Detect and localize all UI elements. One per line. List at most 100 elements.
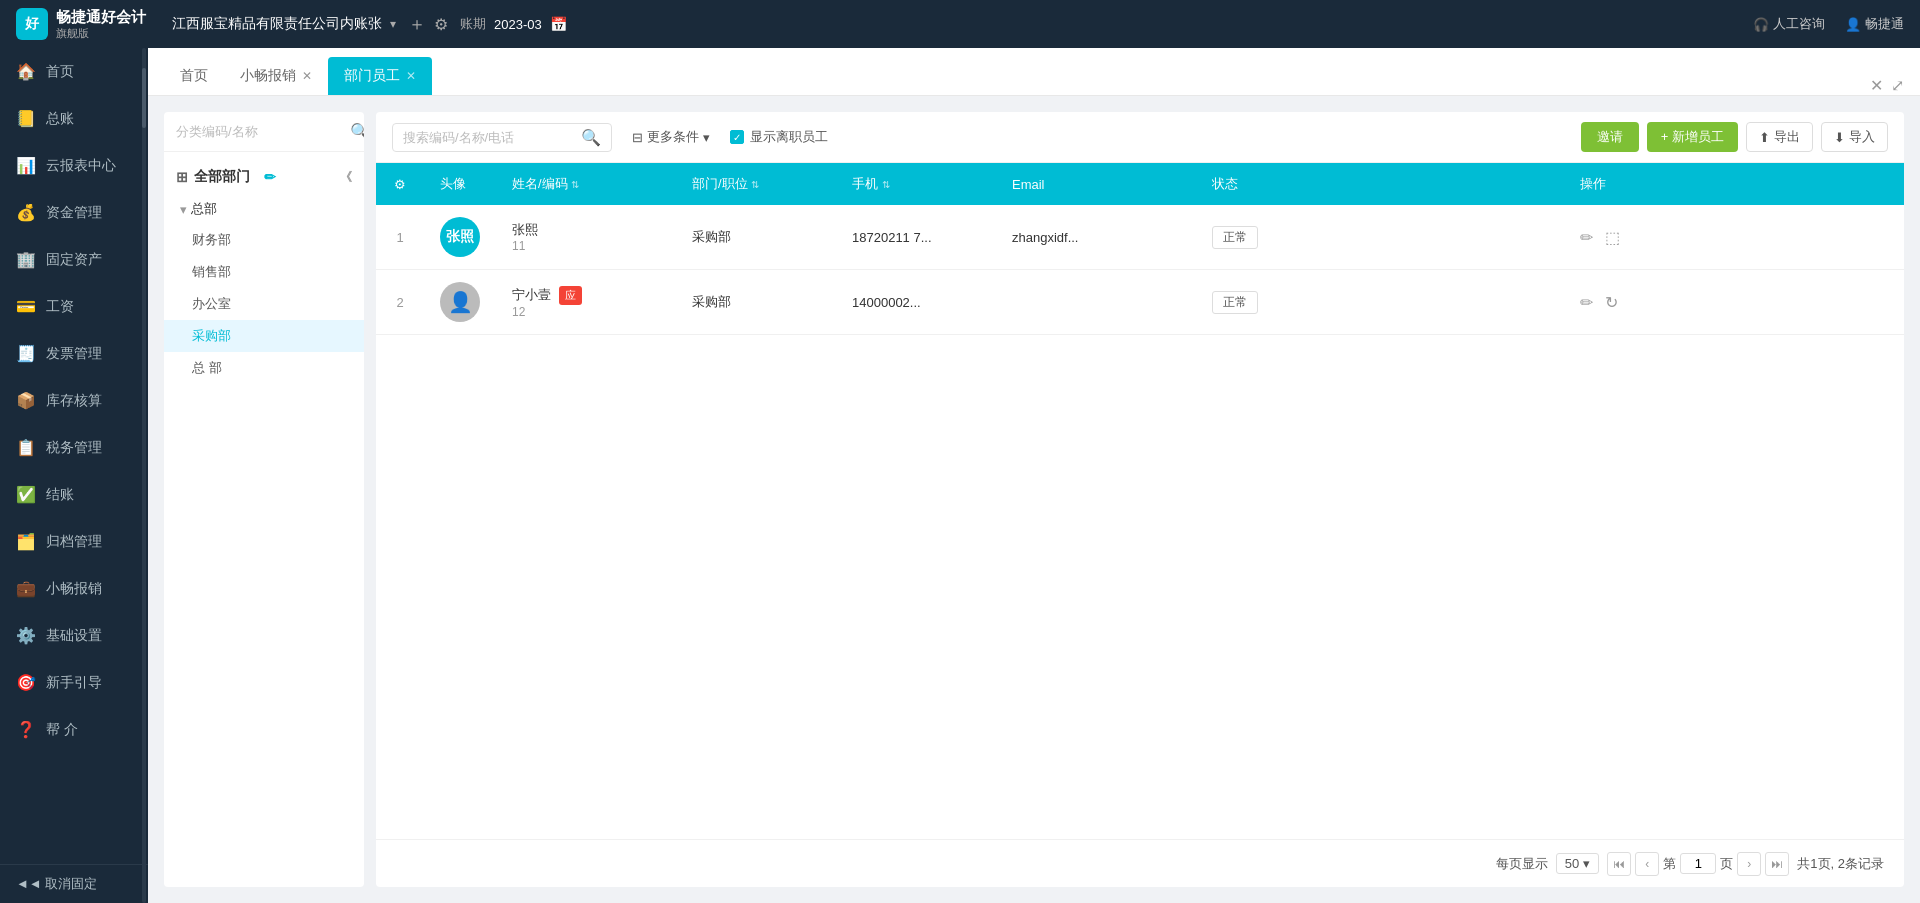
dept-hq-group[interactable]: ▾ 总部 bbox=[164, 194, 364, 224]
row-action-2: ✏ ↻ bbox=[1564, 270, 1904, 335]
employee-table: ⚙ 头像 姓名/编码 ⇅ 部门/职位 ⇅ 手机 ⇅ bbox=[376, 163, 1904, 335]
sidebar-item-xiaochang[interactable]: 💼 小畅报销 bbox=[0, 565, 148, 612]
action-icons-2: ✏ ↻ bbox=[1580, 293, 1888, 312]
unpin-btn[interactable]: ◄◄ 取消固定 bbox=[0, 864, 148, 903]
tab-dept-emp-label: 部门员工 bbox=[344, 67, 400, 85]
settings-icon[interactable]: ⚙ bbox=[434, 15, 448, 34]
table-header-row: ⚙ 头像 姓名/编码 ⇅ 部门/职位 ⇅ 手机 ⇅ bbox=[376, 163, 1904, 205]
col-status: 状态 bbox=[1196, 163, 1564, 205]
sidebar-label-cloud-report: 云报表中心 bbox=[46, 157, 116, 175]
sidebar-item-guide[interactable]: 🎯 新手引导 bbox=[0, 659, 148, 706]
sidebar-item-ledger[interactable]: 📒 总账 bbox=[0, 95, 148, 142]
tab-bar: 首页 小畅报销 ✕ 部门员工 ✕ ✕ ⤢ bbox=[148, 48, 1920, 96]
sidebar-item-salary[interactable]: 💳 工资 bbox=[0, 283, 148, 330]
sidebar-item-fund[interactable]: 💰 资金管理 bbox=[0, 189, 148, 236]
sidebar-label-home: 首页 bbox=[46, 63, 74, 81]
page-size-selector[interactable]: 50 ▾ bbox=[1556, 853, 1599, 874]
col-name-code[interactable]: 姓名/编码 ⇅ bbox=[496, 163, 676, 205]
filter-btn[interactable]: ⊟ 更多条件 ▾ bbox=[622, 124, 720, 150]
dept-edit-icon[interactable]: ✏ bbox=[264, 169, 276, 185]
tab-home-label: 首页 bbox=[180, 67, 208, 85]
import-btn[interactable]: ⬇ 导入 bbox=[1821, 122, 1888, 152]
sidebar-item-cloud-report[interactable]: 📊 云报表中心 bbox=[0, 142, 148, 189]
invite-btn[interactable]: 邀请 bbox=[1581, 122, 1639, 152]
col-dept[interactable]: 部门/职位 ⇅ bbox=[676, 163, 836, 205]
dept-all-item[interactable]: ⊞ 全部部门 ✏ 《 bbox=[164, 160, 364, 194]
invoice-icon: 🧾 bbox=[16, 344, 36, 363]
inventory-icon: 📦 bbox=[16, 391, 36, 410]
row-phone-1: 18720211 7... bbox=[836, 205, 996, 270]
add-icon[interactable]: ＋ bbox=[408, 12, 426, 36]
sidebar-item-inventory[interactable]: 📦 库存核算 bbox=[0, 377, 148, 424]
support-btn[interactable]: 🎧 人工咨询 bbox=[1753, 15, 1825, 33]
tab-home[interactable]: 首页 bbox=[164, 57, 224, 95]
checkout-icon: ✅ bbox=[16, 485, 36, 504]
row-dept-2: 采购部 bbox=[676, 270, 836, 335]
avatar-2: 👤 bbox=[440, 282, 480, 322]
row-phone-2: 14000002... bbox=[836, 270, 996, 335]
dept-finance[interactable]: 财务部 bbox=[164, 224, 364, 256]
company-dropdown-icon[interactable]: ▾ bbox=[390, 17, 396, 31]
dept-search-icon[interactable]: 🔍 bbox=[350, 122, 364, 141]
edit-icon-2[interactable]: ✏ bbox=[1580, 293, 1593, 312]
dept-procurement[interactable]: 采购部 bbox=[164, 320, 364, 352]
sidebar-item-home[interactable]: 🏠 首页 bbox=[0, 48, 148, 95]
tab-xiaochang-label: 小畅报销 bbox=[240, 67, 296, 85]
table-row: 2 👤 宁小壹 应 12 bbox=[376, 270, 1904, 335]
edit-icon-1[interactable]: ✏ bbox=[1580, 228, 1593, 247]
sidebar-item-invoice[interactable]: 🧾 发票管理 bbox=[0, 330, 148, 377]
page-next-btn[interactable]: › bbox=[1737, 852, 1761, 876]
export-btn[interactable]: ⬆ 导出 bbox=[1746, 122, 1813, 152]
tab-close-btn[interactable]: ✕ bbox=[1870, 76, 1883, 95]
sidebar-item-help[interactable]: ❓ 帮 介 bbox=[0, 706, 148, 753]
page-last-btn[interactable]: ⏭ bbox=[1765, 852, 1789, 876]
headset-icon: 🎧 bbox=[1753, 17, 1769, 32]
dept-office[interactable]: 办公室 bbox=[164, 288, 364, 320]
show-left-checkbox[interactable] bbox=[730, 130, 744, 144]
avatar-1: 张照 bbox=[440, 217, 480, 257]
sidebar-label-inventory: 库存核算 bbox=[46, 392, 102, 410]
tab-dept-emp-close-icon[interactable]: ✕ bbox=[406, 69, 416, 83]
sidebar-label-xiaochang: 小畅报销 bbox=[46, 580, 102, 598]
sidebar-item-tax[interactable]: 📋 税务管理 bbox=[0, 424, 148, 471]
page-first-btn[interactable]: ⏮ bbox=[1607, 852, 1631, 876]
col-phone[interactable]: 手机 ⇅ bbox=[836, 163, 996, 205]
row-name-2: 宁小壹 应 12 bbox=[496, 270, 676, 335]
dept-finance-label: 财务部 bbox=[192, 231, 231, 249]
tab-xiaochang[interactable]: 小畅报销 ✕ bbox=[224, 57, 328, 95]
tab-dept-emp[interactable]: 部门员工 ✕ bbox=[328, 57, 432, 95]
page-input[interactable] bbox=[1680, 853, 1716, 874]
dept-all-icon: ⊞ bbox=[176, 169, 188, 185]
xiaochang-icon: 💼 bbox=[16, 579, 36, 598]
sidebar-label-salary: 工资 bbox=[46, 298, 74, 316]
sidebar-item-settings[interactable]: ⚙️ 基础设置 bbox=[0, 612, 148, 659]
dept-search-input[interactable] bbox=[176, 124, 344, 139]
page-nav: ⏮ ‹ 第 页 › ⏭ bbox=[1607, 852, 1789, 876]
emp-search-icon[interactable]: 🔍 bbox=[581, 128, 601, 147]
logout-icon-1[interactable]: ⬚ bbox=[1605, 228, 1620, 247]
dept-sales[interactable]: 销售部 bbox=[164, 256, 364, 288]
calendar-icon[interactable]: 📅 bbox=[550, 16, 567, 32]
sidebar-item-checkout[interactable]: ✅ 结账 bbox=[0, 471, 148, 518]
tab-xiaochang-close-icon[interactable]: ✕ bbox=[302, 69, 312, 83]
user-btn[interactable]: 👤 畅捷通 bbox=[1845, 15, 1904, 33]
content-area: 首页 小畅报销 ✕ 部门员工 ✕ ✕ ⤢ 🔍 bbox=[148, 48, 1920, 903]
scrollbar-track[interactable] bbox=[142, 48, 146, 903]
unpin-label: ◄◄ 取消固定 bbox=[16, 875, 97, 893]
page-label-second: 页 bbox=[1720, 855, 1733, 873]
logo-sub: 旗舰版 bbox=[56, 26, 146, 41]
add-emp-btn[interactable]: + 新增员工 bbox=[1647, 122, 1738, 152]
emp-toolbar: 🔍 ⊟ 更多条件 ▾ 显示离职员工 邀请 + 新增员工 bbox=[376, 112, 1904, 163]
dept-collapse-icon[interactable]: 《 bbox=[340, 169, 352, 186]
tab-expand-btn[interactable]: ⤢ bbox=[1891, 76, 1904, 95]
refresh-icon-2[interactable]: ↻ bbox=[1605, 293, 1618, 312]
emp-search-input[interactable] bbox=[403, 130, 575, 145]
page-prev-btn[interactable]: ‹ bbox=[1635, 852, 1659, 876]
row-num-2: 2 bbox=[376, 270, 424, 335]
col-settings[interactable]: ⚙ bbox=[376, 163, 424, 205]
sidebar-item-fixed-asset[interactable]: 🏢 固定资产 bbox=[0, 236, 148, 283]
dept-hq2[interactable]: 总 部 bbox=[164, 352, 364, 384]
main-layout: 🏠 首页 📒 总账 📊 云报表中心 💰 资金管理 🏢 固定资产 💳 工资 🧾 发… bbox=[0, 48, 1920, 903]
sidebar-item-archive[interactable]: 🗂️ 归档管理 bbox=[0, 518, 148, 565]
emp-table-body: 1 张照 张熙 11 采购部 18720211 7... z bbox=[376, 205, 1904, 335]
